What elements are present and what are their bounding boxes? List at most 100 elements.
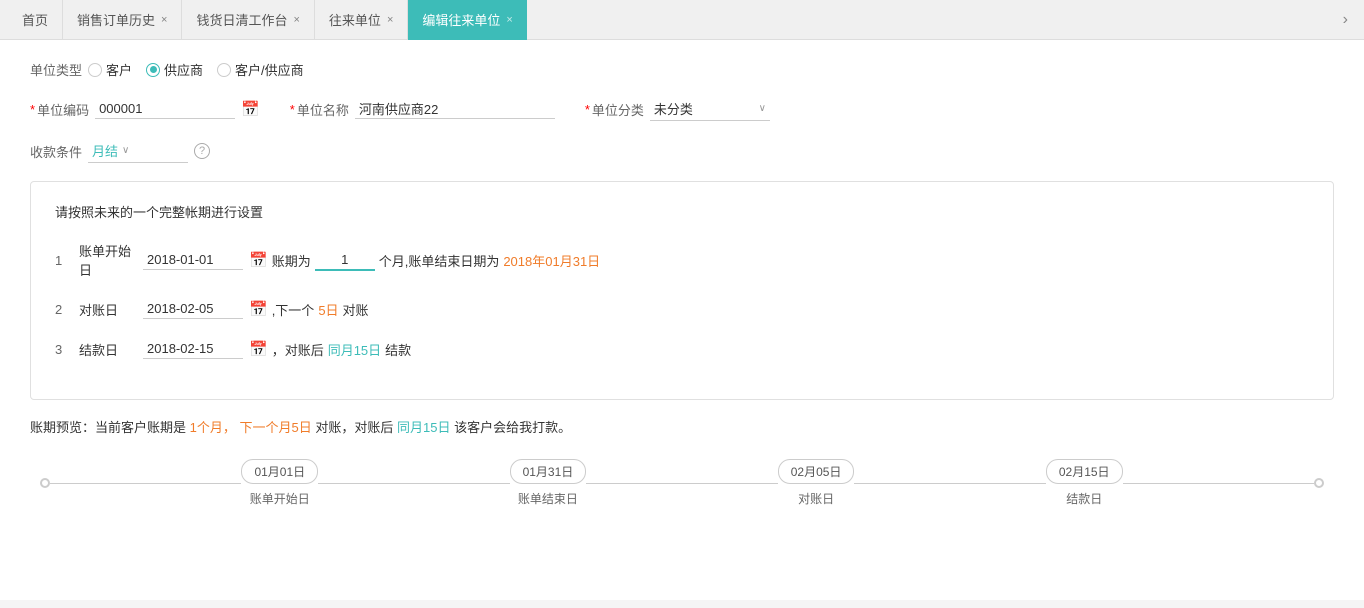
tab-home-label: 首页: [22, 10, 48, 29]
timeline-start-dot: [40, 478, 50, 488]
row-3-num: 3: [55, 342, 79, 357]
payment-terms-row: 收款条件 月结 ∨ ?: [30, 139, 1334, 163]
unit-name-label: 单位名称: [297, 100, 349, 119]
row-1-label: 账单开始日: [79, 241, 143, 279]
radio-supplier-circle: [146, 63, 160, 77]
preview-mid: 对账，对账后: [315, 420, 393, 435]
unit-code-icon[interactable]: 📅: [241, 100, 260, 118]
payment-terms-label: 收款条件: [30, 142, 82, 161]
payment-date-input[interactable]: [143, 339, 243, 359]
radio-both-label: 客户/供应商: [235, 60, 304, 79]
timeline-line-1: [50, 483, 241, 484]
payment-terms-chevron-icon: ∨: [122, 145, 129, 156]
row-3-suffix: ，对账后: [272, 340, 324, 359]
radio-supplier[interactable]: 供应商: [146, 60, 203, 79]
preview-end: 该客户会给我打款。: [454, 420, 571, 435]
unit-code-label: 单位编码: [37, 100, 89, 119]
start-date-row: 1 账单开始日 📅 账期为 个月,账单结束日期为 2018年01月31日: [55, 241, 1309, 279]
row-2-num: 2: [55, 302, 79, 317]
account-preview: 账期预览：当前客户账期是 1个月， 下一个月5日 对账，对账后 同月15日 该客…: [30, 416, 1334, 439]
tab-partner-label: 往来单位: [329, 10, 381, 29]
unit-name-star: *: [290, 102, 295, 117]
reconcile-date-calendar-icon[interactable]: 📅: [249, 300, 268, 318]
row-3-label: 结款日: [79, 340, 143, 359]
row-1-period-end: 2018年01月31日: [503, 251, 600, 270]
radio-both[interactable]: 客户/供应商: [217, 60, 304, 79]
help-icon[interactable]: ?: [194, 143, 210, 159]
close-edit-partner-icon[interactable]: ×: [506, 14, 512, 26]
tab-cash-work-label: 钱货日清工作台: [196, 10, 287, 29]
timeline-node-1: 01月01日 账单开始日: [241, 459, 318, 507]
row-1-suffix: 账期为: [272, 251, 311, 270]
unit-type-field: 单位类型 客户 供应商 客户/供应商: [30, 60, 304, 79]
unit-code-star: *: [30, 102, 35, 117]
radio-customer-circle: [88, 63, 102, 77]
close-sales-history-icon[interactable]: ×: [161, 14, 167, 26]
close-cash-work-icon[interactable]: ×: [293, 14, 299, 26]
row-2-label: 对账日: [79, 300, 143, 319]
timeline-line-3: [586, 483, 777, 484]
preview-reconcile-date: 下一个月5日: [240, 420, 312, 435]
tab-sales-history-label: 销售订单历史: [77, 10, 155, 29]
timeline-label-3: 对账日: [798, 490, 834, 507]
reconcile-date-row: 2 对账日 📅 ,下一个 5日 对账: [55, 299, 1309, 319]
radio-supplier-label: 供应商: [164, 60, 203, 79]
timeline: 01月01日 账单开始日 01月31日 账单结束日 02月05日 对账日 02月…: [30, 459, 1334, 507]
timeline-label-4: 结款日: [1066, 490, 1102, 507]
unit-code-input[interactable]: [95, 99, 235, 119]
payment-date-row: 3 结款日 📅 ，对账后 同月15日 结款: [55, 339, 1309, 359]
timeline-badge-2: 01月31日: [510, 459, 587, 484]
payment-date-calendar-icon[interactable]: 📅: [249, 340, 268, 358]
radio-supplier-dot: [150, 66, 157, 73]
tab-edit-partner[interactable]: 编辑往来单位 ×: [408, 0, 526, 40]
unit-name-field: * 单位名称: [290, 99, 555, 119]
unit-category-value: 未分类: [654, 99, 759, 118]
timeline-node-4: 02月15日 结款日: [1046, 459, 1123, 507]
start-date-calendar-icon[interactable]: 📅: [249, 251, 268, 269]
unit-code-field: * 单位编码 📅: [30, 99, 260, 119]
timeline-label-2: 账单结束日: [518, 490, 578, 507]
timeline-badge-3: 02月05日: [778, 459, 855, 484]
payment-terms-field: 收款条件 月结 ∨ ?: [30, 139, 210, 163]
timeline-badge-4: 02月15日: [1046, 459, 1123, 484]
row-1-period-unit: 个月,账单结束日期为: [379, 251, 500, 270]
timeline-line-5: [1123, 483, 1314, 484]
tab-sales-history[interactable]: 销售订单历史 ×: [63, 0, 182, 40]
radio-customer-label: 客户: [106, 60, 132, 79]
timeline-label-1: 账单开始日: [250, 490, 310, 507]
main-content: 单位类型 客户 供应商 客户/供应商: [0, 40, 1364, 600]
timeline-node-2: 01月31日 账单结束日: [510, 459, 587, 507]
unit-category-chevron-icon: ∨: [759, 103, 766, 114]
start-date-input[interactable]: [143, 250, 243, 270]
unit-category-star: *: [585, 102, 590, 117]
period-input[interactable]: [315, 250, 375, 271]
unit-type-row: 单位类型 客户 供应商 客户/供应商: [30, 60, 1334, 79]
preview-payment-date: 同月15日: [397, 420, 450, 435]
timeline-line-4: [854, 483, 1045, 484]
timeline-end-dot: [1314, 478, 1324, 488]
timeline-line-2: [318, 483, 509, 484]
tab-cash-work[interactable]: 钱货日清工作台 ×: [182, 0, 314, 40]
unit-category-select[interactable]: 未分类 ∨: [650, 97, 770, 121]
row-1-num: 1: [55, 253, 79, 268]
timeline-node-3: 02月05日 对账日: [778, 459, 855, 507]
tab-more-btn[interactable]: ›: [1335, 11, 1356, 29]
payment-terms-value: 月结: [92, 141, 118, 160]
unit-type-radio-group: 客户 供应商 客户/供应商: [88, 60, 304, 79]
tabs-bar: 首页 销售订单历史 × 钱货日清工作台 × 往来单位 × 编辑往来单位 × ›: [0, 0, 1364, 40]
row-3-highlight: 同月15日: [328, 340, 381, 359]
payment-terms-select[interactable]: 月结 ∨: [88, 139, 188, 163]
reconcile-date-input[interactable]: [143, 299, 243, 319]
row-2-end: 对账: [343, 300, 369, 319]
unit-type-label: 单位类型: [30, 60, 82, 79]
timeline-badge-1: 01月01日: [241, 459, 318, 484]
unit-name-input[interactable]: [355, 99, 555, 119]
preview-label: 账期预览：当前客户账期是: [30, 420, 186, 435]
tab-partner[interactable]: 往来单位 ×: [315, 0, 408, 40]
close-partner-icon[interactable]: ×: [387, 14, 393, 26]
tab-edit-partner-label: 编辑往来单位: [422, 10, 500, 29]
section-title: 请按照未来的一个完整帐期进行设置: [55, 202, 1309, 221]
tab-home[interactable]: 首页: [8, 0, 63, 40]
radio-customer[interactable]: 客户: [88, 60, 132, 79]
account-period-section: 请按照未来的一个完整帐期进行设置 1 账单开始日 📅 账期为 个月,账单结束日期…: [30, 181, 1334, 400]
